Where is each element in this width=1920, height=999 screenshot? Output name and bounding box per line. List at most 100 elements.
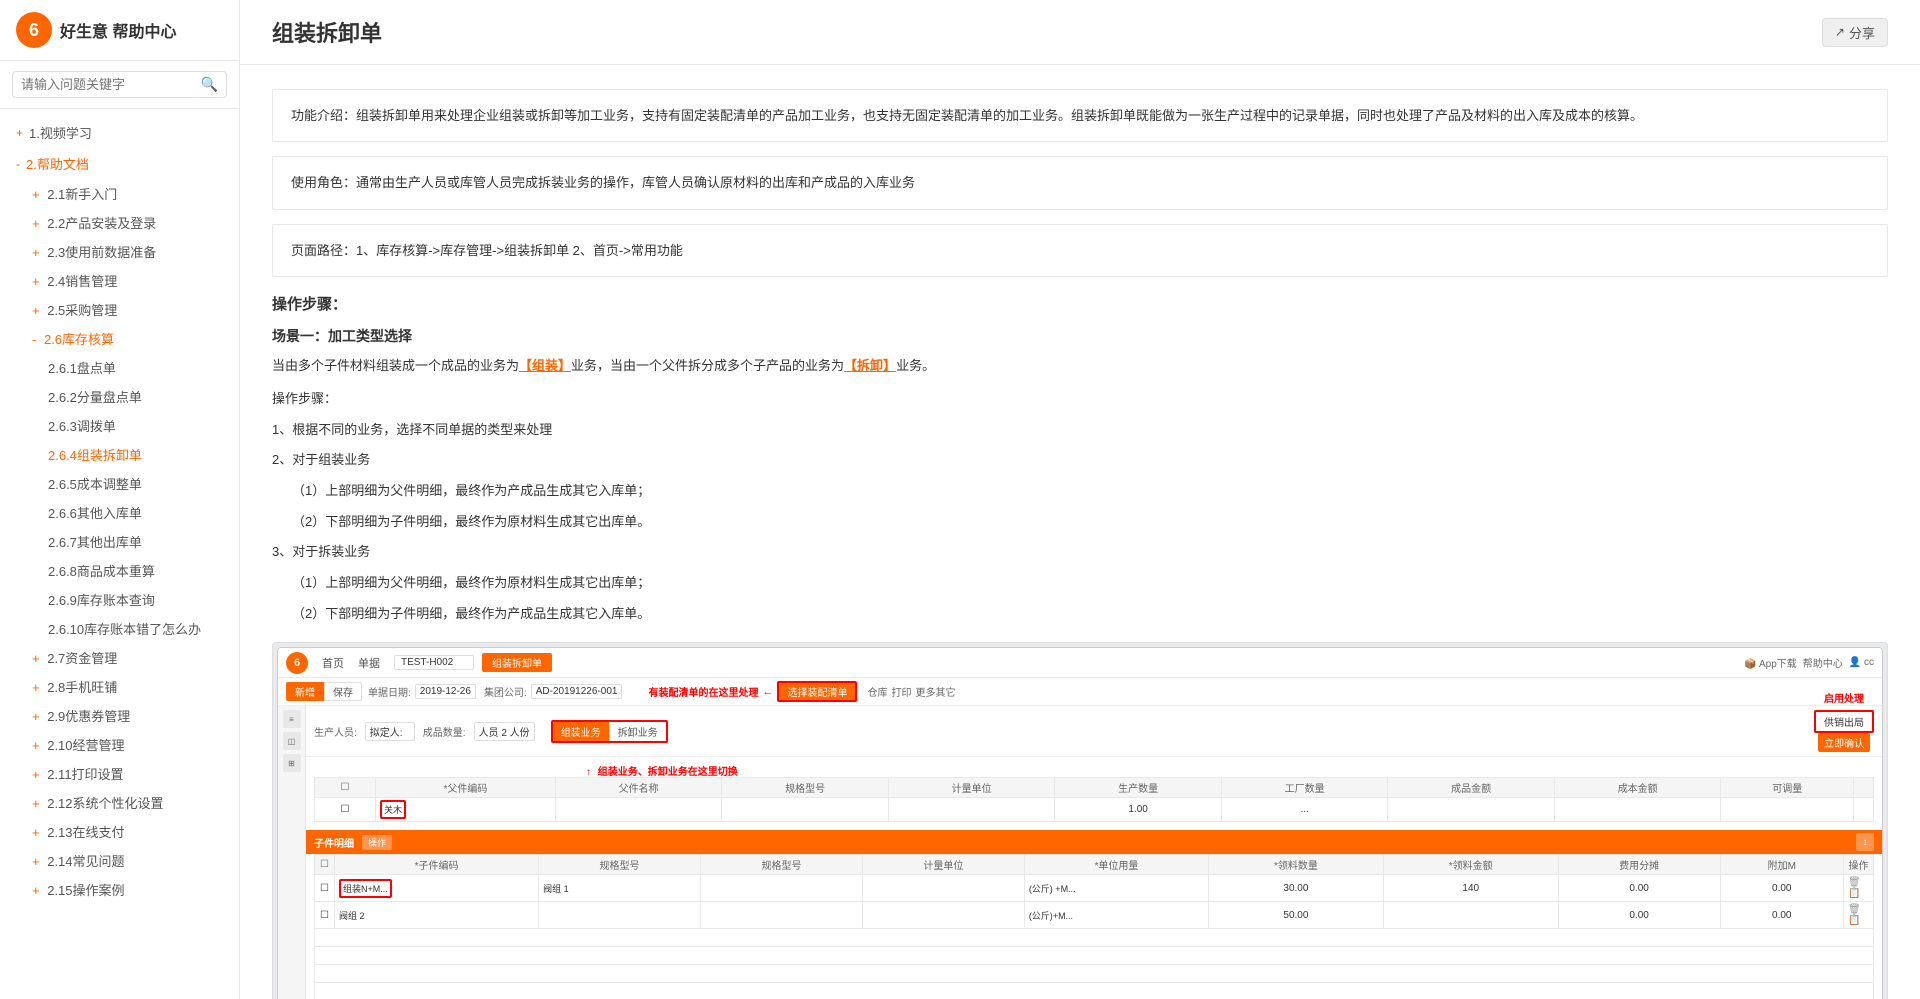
- mock-lower-table: ☐ *子件编码 规格型号 规格型号 计量单位 *单位用量 *领料数量 *领料金额: [314, 854, 1874, 999]
- mock-confirm-btn[interactable]: 立即确认: [1818, 733, 1870, 752]
- sidebar-item-ops[interactable]: + 2.10经营管理: [0, 730, 239, 759]
- sidebar-item-label: 2.6.4组装拆卸单: [48, 448, 142, 463]
- mock-delete-icon[interactable]: 🗑: [1848, 877, 1861, 888]
- sidebar-item-custom[interactable]: + 2.12系统个性化设置: [0, 788, 239, 817]
- mock-delete-icon2[interactable]: 🗑: [1848, 904, 1861, 915]
- plus-icon: +: [32, 854, 40, 869]
- mock-td-code: 关木: [376, 798, 556, 822]
- mock-upper-form: 生产人员: 拟定人: 成品数量: 人员 2 人份 组装业务 拆卸业务: [306, 706, 1882, 757]
- minus-icon: -: [32, 332, 36, 347]
- sidebar-item-finance[interactable]: + 2.7资金管理: [0, 643, 239, 672]
- mock-select-bom-btn[interactable]: 选择装配清单: [777, 681, 857, 702]
- sidebar-item-cost-adjust[interactable]: 2.6.5成本调整单: [0, 469, 239, 498]
- sidebar-item-cases[interactable]: + 2.15操作案例: [0, 875, 239, 904]
- sidebar-item-voucher[interactable]: + 2.9优惠券管理: [0, 701, 239, 730]
- mock-nav-home: 首页: [316, 653, 350, 673]
- mock-td-name: [555, 798, 722, 822]
- mock-sidebar-icon3: ⊞: [283, 754, 301, 772]
- main-body: 功能介绍：组装拆卸单用来处理企业组装或拆卸等加工业务，支持有固定装配清单的产品加…: [240, 65, 1920, 999]
- mock-th-spec: 规格型号: [722, 778, 889, 798]
- mock-lower-td-ops1: 🗑 📋: [1844, 875, 1874, 902]
- mock-enabled-input: 供销出局: [1814, 710, 1874, 733]
- mock-disassembly-btn[interactable]: 拆卸业务: [609, 722, 666, 741]
- sidebar-item-label: 2.13在线支付: [47, 825, 124, 840]
- mock-th-ops: [1854, 778, 1874, 798]
- sidebar-item-adjust[interactable]: 2.6.3调拨单: [0, 411, 239, 440]
- sidebar-item-account-wrong[interactable]: 2.6.10库存账本错了怎么办: [0, 614, 239, 643]
- sidebar-item-stock-check[interactable]: 2.6.9库存账本查询: [0, 585, 239, 614]
- mock-tab-new[interactable]: 新增: [286, 682, 324, 701]
- step3: 3、对于拆装业务: [272, 540, 1888, 565]
- mock-lower-td-sel2: ☐: [315, 902, 335, 929]
- share-button[interactable]: ↗ 分享: [1822, 18, 1888, 47]
- mock-lower-td-pickqty: 30.00: [1209, 875, 1384, 902]
- mock-lower-th-per-qty: *单位用量: [1024, 855, 1208, 875]
- sidebar-item-assembly[interactable]: 2.6.4组装拆卸单: [0, 440, 239, 469]
- sidebar-item-sales[interactable]: + 2.4销售管理: [0, 266, 239, 295]
- sidebar-item-install[interactable]: + 2.2产品安装及登录: [0, 208, 239, 237]
- mock-copy-icon[interactable]: 📋: [1848, 888, 1860, 899]
- mock-lower-row-4: [315, 947, 1874, 965]
- sidebar-item-inventory[interactable]: - 2.6库存核算: [0, 324, 239, 353]
- logo-icon: 6: [16, 12, 52, 48]
- mock-tab-save[interactable]: 保存: [324, 682, 362, 701]
- sidebar-item-docs[interactable]: - 2.帮助文档: [0, 148, 239, 179]
- mock-upper-table-wrap: ☐ *父件编码 父件名称 规格型号 计量单位 生产数量 工厂数量 成品金额: [306, 777, 1882, 826]
- sidebar-item-mobile[interactable]: + 2.8手机旺铺: [0, 672, 239, 701]
- sidebar-item-other-out[interactable]: 2.6.7其他出库单: [0, 527, 239, 556]
- function-intro-block: 功能介绍：组装拆卸单用来处理企业组装或拆卸等加工业务，支持有固定装配清单的产品加…: [272, 89, 1888, 142]
- role-intro-block: 使用角色：通常由生产人员或库管人员完成拆装业务的操作，库管人员确认原材料的出库和…: [272, 156, 1888, 209]
- mock-code-input[interactable]: 关木: [380, 800, 406, 819]
- plus-icon: +: [32, 796, 40, 811]
- sidebar-item-newbie[interactable]: + 2.1新手入门: [0, 179, 239, 208]
- sidebar-item-data[interactable]: + 2.3使用前数据准备: [0, 237, 239, 266]
- plus-icon: +: [32, 274, 40, 289]
- mock-copy-icon2[interactable]: 📋: [1848, 915, 1860, 926]
- mock-expand-icon[interactable]: ↕: [1856, 833, 1874, 851]
- mock-type-selector-wrap: 组装业务 拆卸业务: [551, 720, 668, 743]
- disassembly-link[interactable]: 【拆卸】: [844, 358, 896, 373]
- mock-lower-td-unit: [862, 875, 1024, 902]
- expand-icon: +: [16, 126, 23, 140]
- screenshot-container: 6 首页 单据 TEST-H002 组装拆卸单 📦 App下载 帮助中心 �: [272, 642, 1888, 999]
- mock-lower-code-input[interactable]: 组装N+M...: [339, 879, 392, 898]
- sidebar-item-label: 2.11打印设置: [47, 767, 123, 782]
- mock-lower-td-s1: 阀组 1: [539, 875, 701, 902]
- sidebar-item-faq[interactable]: + 2.14常见问题: [0, 846, 239, 875]
- mock-lower-td-s1-2: [539, 902, 701, 929]
- sidebar-item-stocktake[interactable]: 2.6.1盘点单: [0, 353, 239, 382]
- assembly-link[interactable]: 【组装】: [519, 358, 571, 373]
- mock-assembly-btn[interactable]: 组装业务: [553, 722, 609, 741]
- plus-icon: +: [32, 883, 40, 898]
- sidebar-item-purchase[interactable]: + 2.5采购管理: [0, 295, 239, 324]
- mock-lower-row-6: [315, 983, 1874, 999]
- mock-td-unit: [888, 798, 1055, 822]
- mock-lower-td-sel: ☐: [315, 875, 335, 902]
- sidebar-item-partition[interactable]: 2.6.2分量盘点单: [0, 382, 239, 411]
- mock-lower-td-perqty2: (公斤)+M...: [1024, 902, 1208, 929]
- sidebar-item-video[interactable]: + 1.视频学习: [0, 117, 239, 148]
- plus-icon: +: [32, 303, 40, 318]
- search-input[interactable]: [21, 77, 201, 92]
- mock-lower-td-fee2: 0.00: [1558, 902, 1720, 929]
- path-intro-text: 页面路径：1、库存核算->库存管理->组装拆卸单 2、首页->常用功能: [291, 243, 683, 258]
- sidebar-item-label: 2.15操作案例: [47, 883, 124, 898]
- mock-company-select: TEST-H002: [394, 655, 474, 670]
- mock-th-avail: 可调量: [1721, 778, 1854, 798]
- page-title: 组装拆卸单: [272, 16, 382, 48]
- mock-lower-td-unit2: [862, 902, 1024, 929]
- mock-lower-action-btn[interactable]: 操作: [362, 835, 392, 850]
- role-intro-text: 使用角色：通常由生产人员或库管人员完成拆装业务的操作，库管人员确认原材料的出库和…: [291, 175, 915, 190]
- sidebar-item-cost-calc[interactable]: 2.6.8商品成本重算: [0, 556, 239, 585]
- sidebar-item-label: 2.6.6其他入库单: [48, 506, 142, 521]
- sidebar-item-print[interactable]: + 2.11打印设置: [0, 759, 239, 788]
- sidebar-item-other-in[interactable]: 2.6.6其他入库单: [0, 498, 239, 527]
- mock-new-order-btn[interactable]: 组装拆卸单: [482, 653, 552, 672]
- scenario1-desc: 当由多个子件材料组装成一个成品的业务为【组装】业务，当由一个父件拆分成多个子产品…: [272, 354, 1888, 379]
- sidebar-item-pay[interactable]: + 2.13在线支付: [0, 817, 239, 846]
- mock-lower-th-spec1: 规格型号: [539, 855, 701, 875]
- mock-toolbar: 新增 保存 单据日期: 2019-12-26 集团公司: AD-20191226…: [278, 678, 1882, 706]
- mock-td-qty1: 1.00: [1055, 798, 1222, 822]
- mock-help: 帮助中心: [1803, 655, 1843, 670]
- search-icon[interactable]: 🔍: [201, 76, 218, 93]
